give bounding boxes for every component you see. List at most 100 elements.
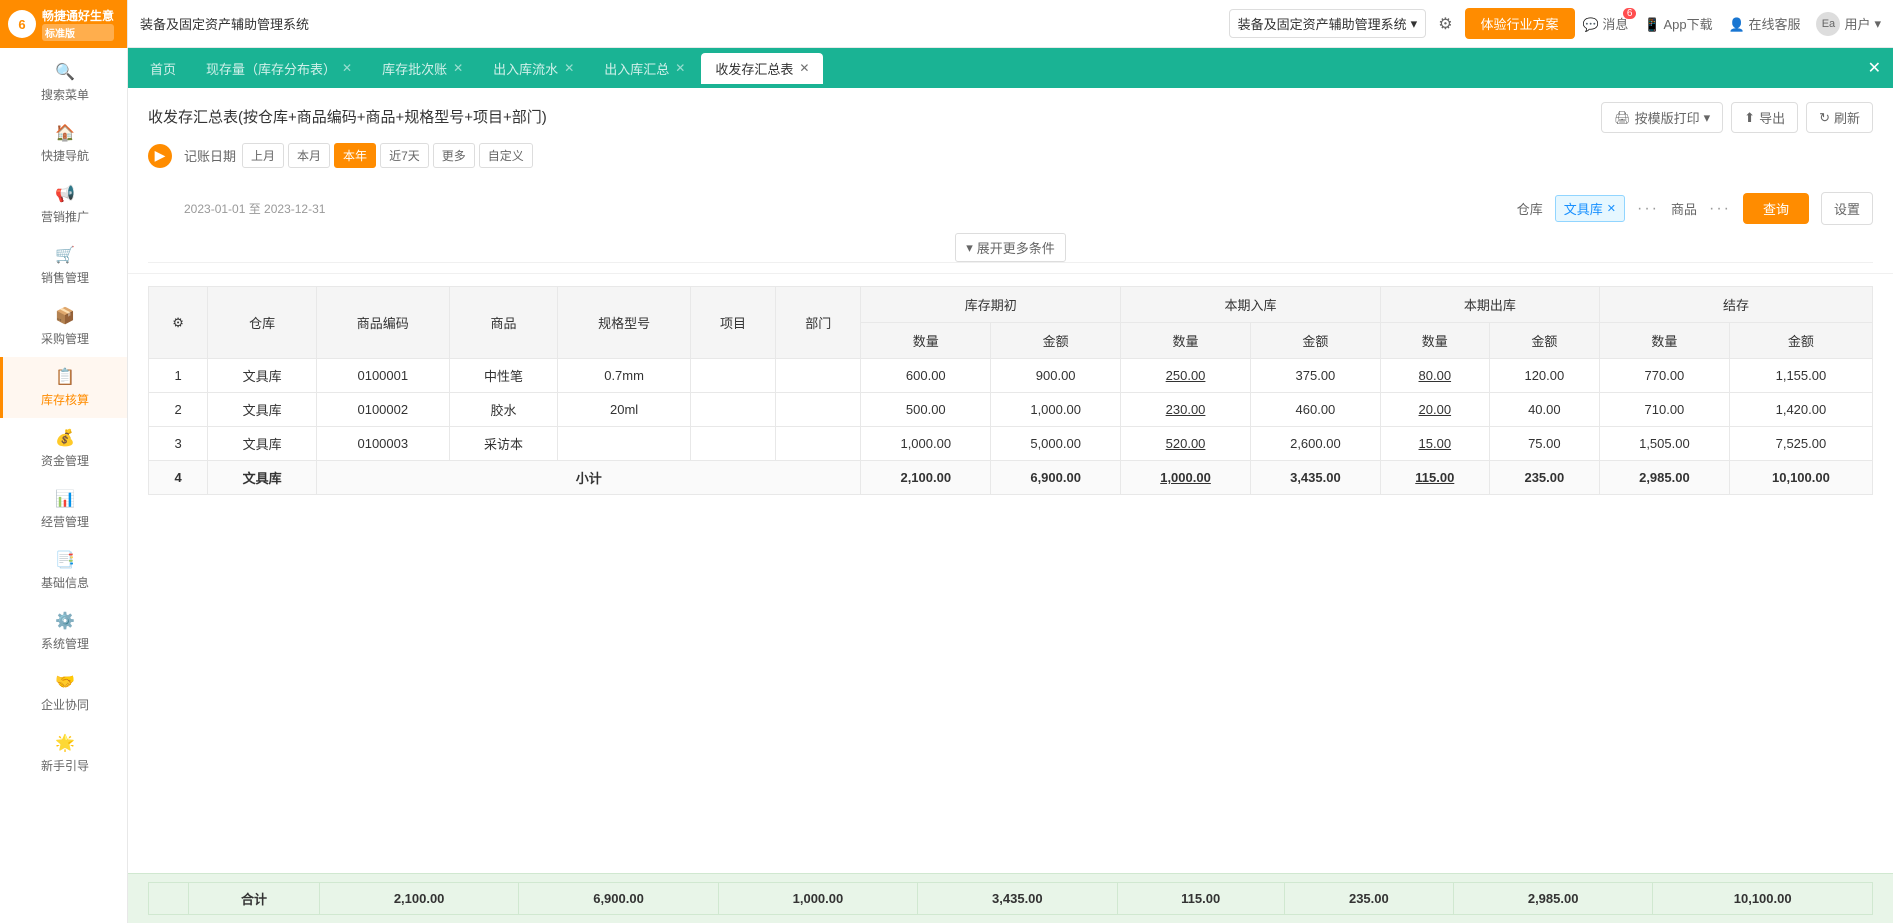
sidebar-logo: 6 畅捷通好生意 标准版	[0, 0, 127, 48]
date-btn-7days[interactable]: 近7天	[380, 143, 429, 168]
cell-out-qty-3[interactable]: 15.00	[1380, 427, 1489, 461]
cell-close-amt-1: 1,155.00	[1729, 359, 1872, 393]
topbar: 装备及固定资产辅助管理系统 装备及固定资产辅助管理系统 ▾ ⚙ 体验行业方案 💬…	[128, 0, 1893, 48]
tab-close-recv-summary[interactable]: ✕	[799, 61, 809, 75]
warehouse-tag: 文具库 ✕	[1555, 195, 1625, 222]
warehouse-ellipsis[interactable]: ···	[1637, 200, 1659, 218]
date-btn-more[interactable]: 更多	[433, 143, 475, 168]
th-close-amt: 金额	[1729, 323, 1872, 359]
th-goods-code: 商品编码	[317, 287, 449, 359]
cell-subtotal-in-amt: 3,435.00	[1250, 461, 1380, 495]
footer-total-in-amt: 3,435.00	[918, 883, 1117, 915]
sidebar-item-operation[interactable]: 📊 经营管理	[0, 479, 127, 540]
tab-close-summary[interactable]: ✕	[675, 61, 685, 75]
trial-button[interactable]: 体验行业方案	[1465, 8, 1575, 39]
cell-in-qty-1[interactable]: 250.00	[1121, 359, 1251, 393]
cell-subtotal-out-qty[interactable]: 115.00	[1380, 461, 1489, 495]
cell-dept-2	[776, 393, 861, 427]
sidebar-item-system[interactable]: ⚙️ 系统管理	[0, 601, 127, 662]
cell-out-qty-2[interactable]: 20.00	[1380, 393, 1489, 427]
cell-subtotal-open-qty: 2,100.00	[861, 461, 991, 495]
sidebar-item-guide[interactable]: 🌟 新手引导	[0, 723, 127, 784]
warehouse-tag-close[interactable]: ✕	[1607, 202, 1616, 215]
cell-in-qty-3[interactable]: 520.00	[1121, 427, 1251, 461]
table-wrapper: ⚙ 仓库 商品编码 商品 规格型号 项目 部门 库存期初 本期入库 本期出库 结…	[128, 274, 1893, 507]
sidebar-item-marketing[interactable]: 📢 营销推广	[0, 174, 127, 235]
footer-total-close-amt: 10,100.00	[1653, 883, 1873, 915]
app-download-btn[interactable]: 📱 App下载	[1644, 14, 1712, 33]
cell-no-2: 2	[149, 393, 208, 427]
cell-code-1: 0100001	[317, 359, 449, 393]
cell-no-1: 1	[149, 359, 208, 393]
sidebar-label-collab: 企业协同	[41, 696, 89, 713]
collab-icon: 🤝	[55, 672, 75, 692]
tab-close-batch[interactable]: ✕	[453, 61, 463, 75]
cell-open-amt-2: 1,000.00	[991, 393, 1121, 427]
sidebar-item-finance[interactable]: 💰 资金管理	[0, 418, 127, 479]
sidebar-label-sales: 销售管理	[41, 269, 89, 286]
tab-close-flow[interactable]: ✕	[564, 61, 574, 75]
sidebar-item-quick[interactable]: 🏠 快捷导航	[0, 113, 127, 174]
cell-name-3: 采访本	[449, 427, 558, 461]
date-btn-this-month[interactable]: 本月	[288, 143, 330, 168]
sidebar-item-purchase[interactable]: 📦 采购管理	[0, 296, 127, 357]
expand-conditions-button[interactable]: ▾ 展开更多条件	[955, 233, 1066, 262]
tab-flow[interactable]: 出入库流水 ✕	[479, 53, 588, 84]
template-icon: 🖨	[1614, 110, 1631, 126]
export-button[interactable]: ⬆ 导出	[1731, 102, 1798, 133]
sales-icon: 🛒	[55, 245, 75, 265]
tab-close-stock-dist[interactable]: ✕	[342, 61, 352, 75]
user-menu[interactable]: Ea 用户 ▾	[1816, 12, 1881, 36]
basic-icon: 📑	[55, 550, 75, 570]
settings-col-icon[interactable]: ⚙	[172, 315, 184, 330]
query-button[interactable]: 查询	[1743, 193, 1809, 224]
inventory-icon: 📋	[55, 367, 75, 387]
sidebar-item-sales[interactable]: 🛒 销售管理	[0, 235, 127, 296]
settings-icon[interactable]: ⚙	[1434, 10, 1456, 38]
date-btn-last-month[interactable]: 上月	[242, 143, 284, 168]
tab-home[interactable]: 首页	[136, 53, 190, 84]
cell-warehouse-2: 文具库	[208, 393, 317, 427]
sidebar-label-finance: 资金管理	[41, 452, 89, 469]
template-print-button[interactable]: 🖨 按模版打印 ▾	[1601, 102, 1723, 133]
tab-recv-summary[interactable]: 收发存汇总表 ✕	[701, 53, 823, 84]
cell-open-amt-1: 900.00	[991, 359, 1121, 393]
cell-subtotal-in-qty[interactable]: 1,000.00	[1121, 461, 1251, 495]
cell-subtotal-label: 小计	[317, 461, 861, 495]
table-footer-total: 合计 2,100.00 6,900.00 1,000.00 3,435.00 1…	[128, 873, 1893, 923]
tab-summary[interactable]: 出入库汇总 ✕	[590, 53, 699, 84]
sidebar-label-operation: 经营管理	[41, 513, 89, 530]
sidebar-item-collab[interactable]: 🤝 企业协同	[0, 662, 127, 723]
setting-button[interactable]: 设置	[1821, 192, 1873, 225]
content-area: 收发存汇总表(按仓库+商品编码+商品+规格型号+项目+部门) 🖨 按模版打印 ▾…	[128, 88, 1893, 873]
cell-in-qty-2[interactable]: 230.00	[1121, 393, 1251, 427]
tabbar-close-icon[interactable]: ✕	[1864, 54, 1885, 82]
cell-dept-3	[776, 427, 861, 461]
message-icon: 💬	[1583, 17, 1599, 32]
sidebar-item-inventory[interactable]: 📋 库存核算	[0, 357, 127, 418]
cell-out-amt-2: 40.00	[1489, 393, 1599, 427]
cell-dept-1	[776, 359, 861, 393]
sidebar-item-basic[interactable]: 📑 基础信息	[0, 540, 127, 601]
refresh-button[interactable]: ↻ 刷新	[1806, 102, 1873, 133]
system-select[interactable]: 装备及固定资产辅助管理系统 ▾	[1229, 9, 1427, 38]
th-close-qty: 数量	[1599, 323, 1729, 359]
date-btn-this-year[interactable]: 本年	[334, 143, 376, 168]
th-out-amt: 金额	[1489, 323, 1599, 359]
tab-batch[interactable]: 库存批次账 ✕	[368, 53, 477, 84]
cell-out-amt-3: 75.00	[1489, 427, 1599, 461]
sidebar-item-search[interactable]: 🔍 搜索菜单	[0, 52, 127, 113]
footer-table: 合计 2,100.00 6,900.00 1,000.00 3,435.00 1…	[148, 882, 1873, 915]
date-btn-custom[interactable]: 自定义	[479, 143, 533, 168]
header-actions: 🖨 按模版打印 ▾ ⬆ 导出 ↻ 刷新	[1601, 102, 1873, 133]
th-open-amt: 金额	[991, 323, 1121, 359]
cell-close-amt-2: 1,420.00	[1729, 393, 1872, 427]
cell-out-qty-1[interactable]: 80.00	[1380, 359, 1489, 393]
goods-ellipsis[interactable]: ···	[1709, 200, 1731, 218]
cell-close-qty-1: 770.00	[1599, 359, 1729, 393]
tab-stock-dist[interactable]: 现存量（库存分布表） ✕	[192, 53, 366, 84]
message-btn[interactable]: 💬 消息 6	[1583, 14, 1629, 33]
online-service-btn[interactable]: 👤 在线客服	[1729, 14, 1801, 33]
avatar: Ea	[1816, 12, 1840, 36]
filter-collapse-button[interactable]: ▶	[148, 144, 172, 168]
